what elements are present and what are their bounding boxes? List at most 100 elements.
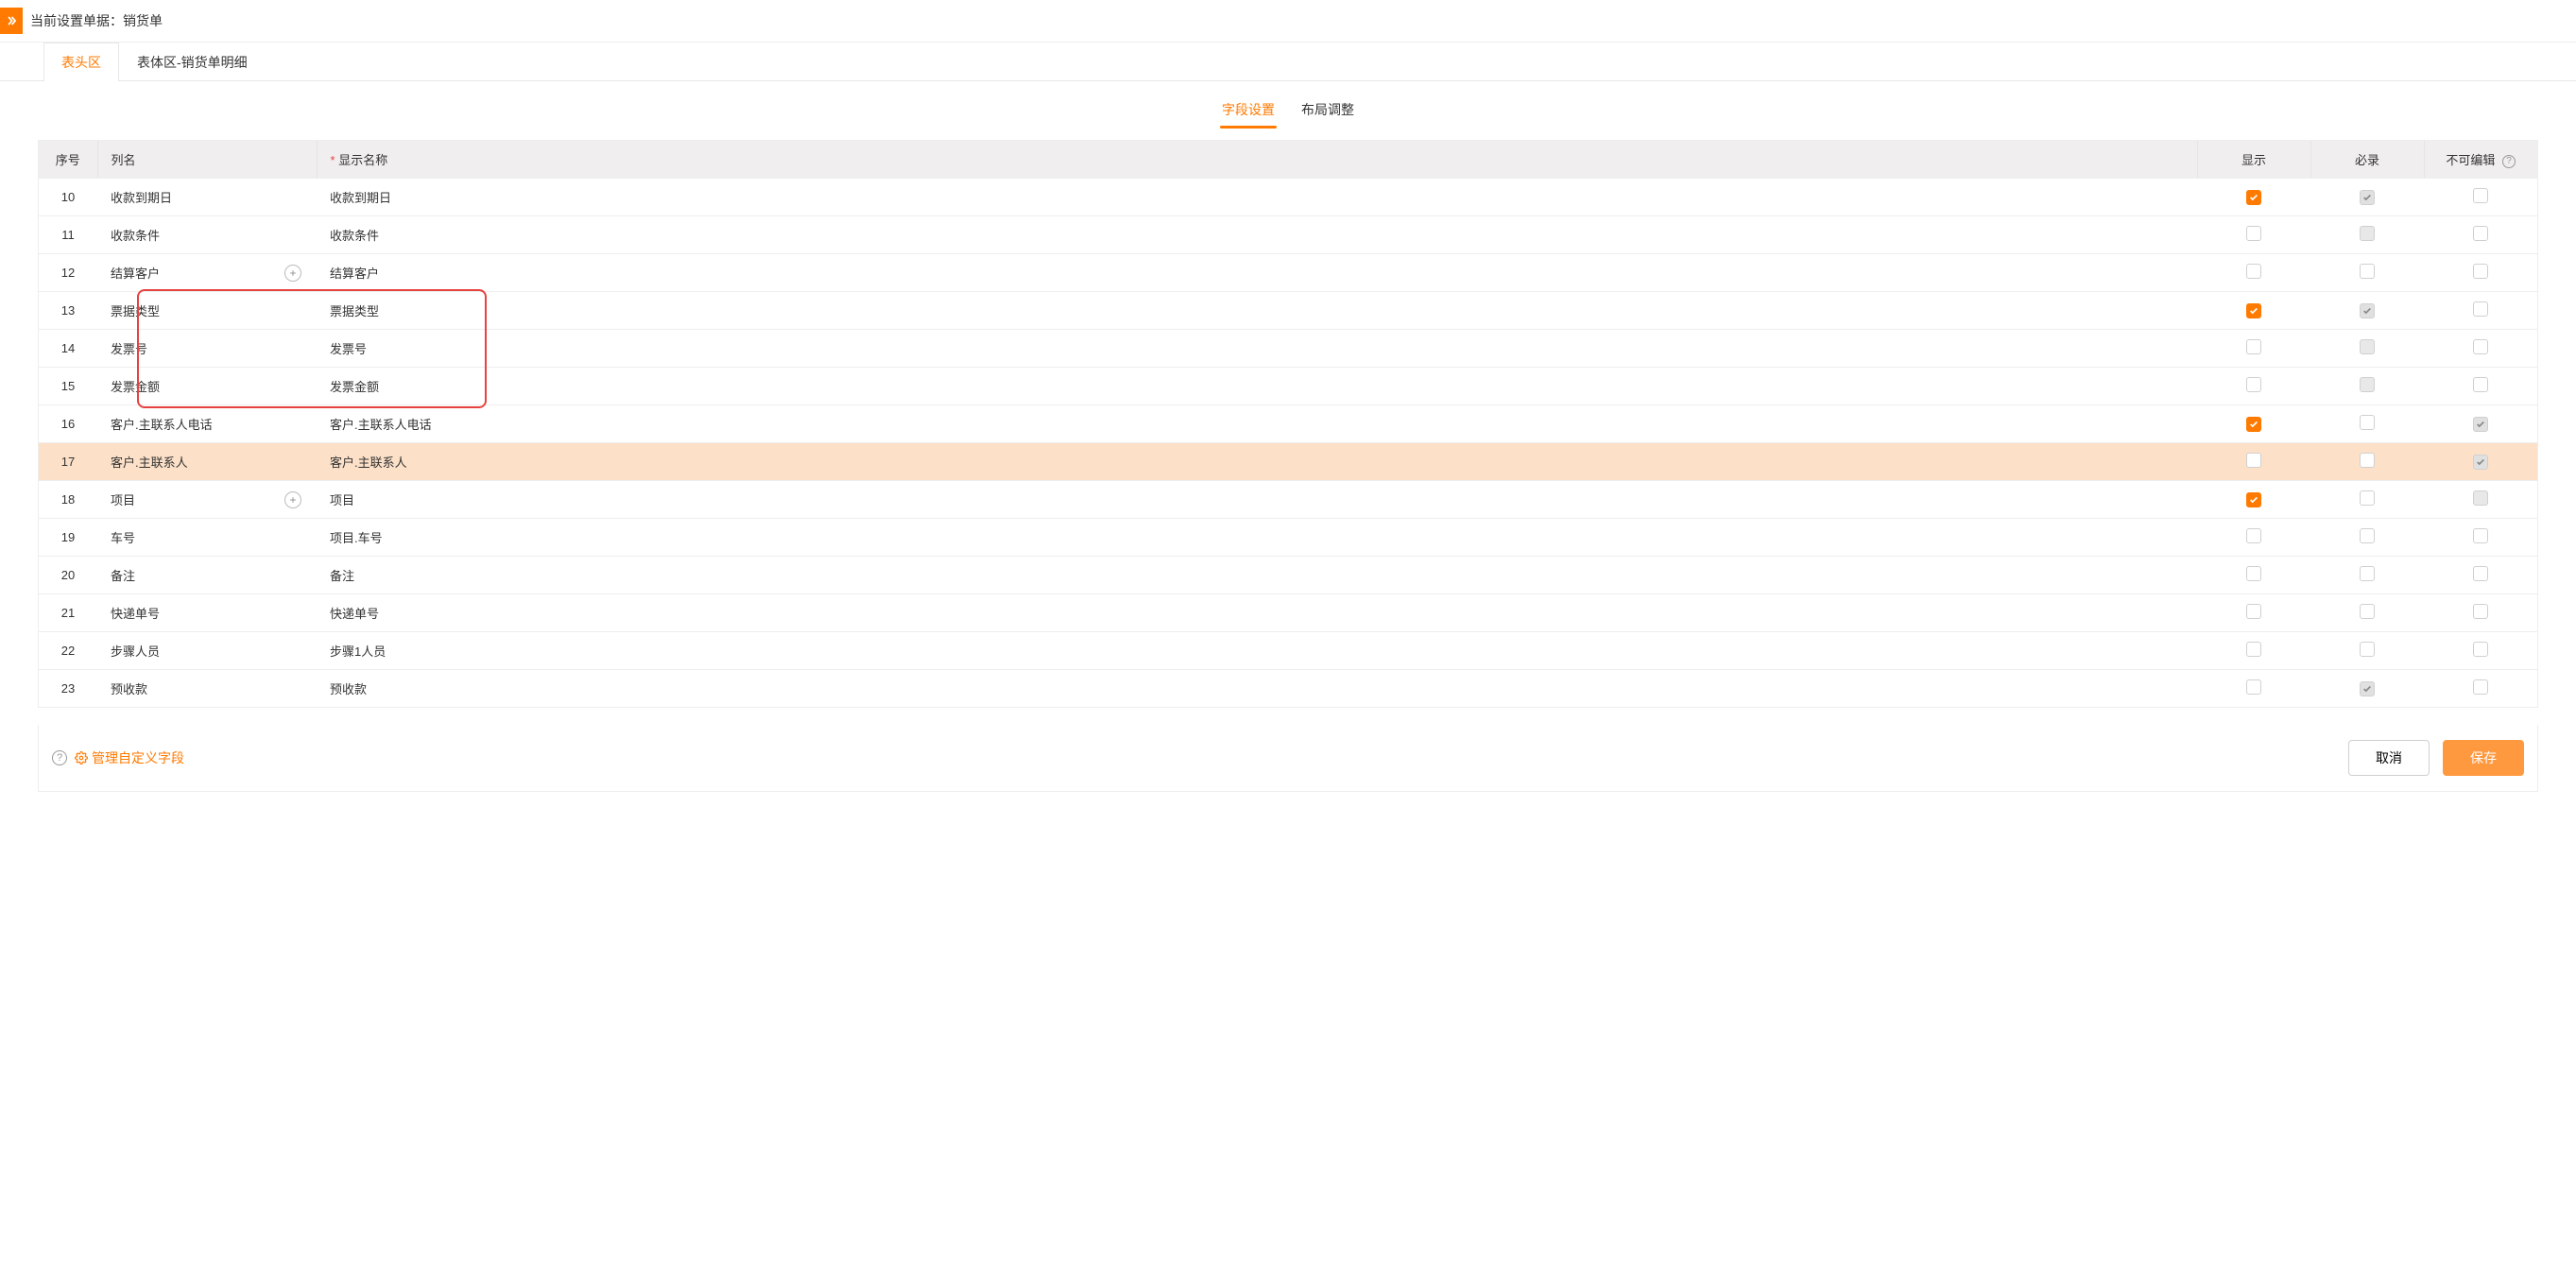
row-name: 发票号 xyxy=(97,330,317,368)
row-display-name[interactable]: 结算客户 xyxy=(317,254,2197,292)
checkbox-show[interactable] xyxy=(2246,642,2261,657)
row-name: 车号 xyxy=(97,519,317,557)
checkbox-show[interactable] xyxy=(2246,339,2261,354)
row-seq: 17 xyxy=(39,443,97,481)
checkbox-readonly[interactable] xyxy=(2473,604,2488,619)
checkbox-readonly[interactable] xyxy=(2473,528,2488,543)
checkbox-required[interactable] xyxy=(2360,264,2375,279)
row-display-name[interactable]: 收款条件 xyxy=(317,216,2197,254)
checkbox-readonly[interactable] xyxy=(2473,339,2488,354)
row-seq: 19 xyxy=(39,519,97,557)
row-display-name[interactable]: 预收款 xyxy=(317,670,2197,708)
cancel-button[interactable]: 取消 xyxy=(2348,740,2430,776)
row-seq: 20 xyxy=(39,557,97,594)
row-seq: 12 xyxy=(39,254,97,292)
footer: ? 管理自定义字段 取消 保存 xyxy=(38,725,2538,792)
checkbox-show[interactable] xyxy=(2246,417,2261,432)
checkbox-show[interactable] xyxy=(2246,190,2261,205)
row-name: 快递单号 xyxy=(97,594,317,632)
checkbox-readonly[interactable] xyxy=(2473,264,2488,279)
row-display-name[interactable]: 步骤1人员 xyxy=(317,632,2197,670)
checkbox-required[interactable] xyxy=(2360,642,2375,657)
row-display-name[interactable]: 发票金额 xyxy=(317,368,2197,405)
checkbox-show[interactable] xyxy=(2246,226,2261,241)
checkbox-readonly xyxy=(2473,455,2488,470)
row-display-name[interactable]: 客户.主联系人 xyxy=(317,443,2197,481)
add-sub-field-button[interactable] xyxy=(284,491,301,508)
manage-custom-fields-label: 管理自定义字段 xyxy=(92,748,184,767)
footer-help-icon[interactable]: ? xyxy=(52,750,67,765)
checkbox-show[interactable] xyxy=(2246,303,2261,318)
row-name: 预收款 xyxy=(97,670,317,708)
row-name: 项目 xyxy=(97,481,317,519)
table-row: 15发票金额发票金额 xyxy=(39,368,2537,405)
checkbox-readonly[interactable] xyxy=(2473,642,2488,657)
checkbox-show[interactable] xyxy=(2246,492,2261,507)
help-icon[interactable]: ? xyxy=(2502,155,2516,168)
row-seq: 16 xyxy=(39,405,97,443)
manage-custom-fields-link[interactable]: 管理自定义字段 xyxy=(75,748,184,767)
checkbox-show[interactable] xyxy=(2246,528,2261,543)
col-header-seq: 序号 xyxy=(39,141,97,179)
checkbox-required xyxy=(2360,190,2375,205)
expand-sidebar-button[interactable] xyxy=(0,8,23,34)
row-seq: 10 xyxy=(39,179,97,216)
row-name: 步骤人员 xyxy=(97,632,317,670)
row-display-name[interactable]: 项目 xyxy=(317,481,2197,519)
checkbox-required[interactable] xyxy=(2360,453,2375,468)
tab-header-area[interactable]: 表头区 xyxy=(43,43,119,81)
checkbox-readonly xyxy=(2473,417,2488,432)
col-header-required: 必录 xyxy=(2310,141,2424,179)
checkbox-readonly[interactable] xyxy=(2473,377,2488,392)
row-display-name[interactable]: 客户.主联系人电话 xyxy=(317,405,2197,443)
checkbox-required[interactable] xyxy=(2360,604,2375,619)
sub-tab-layout-adjust[interactable]: 布局调整 xyxy=(1299,95,1356,129)
checkbox-readonly[interactable] xyxy=(2473,679,2488,695)
row-name: 收款条件 xyxy=(97,216,317,254)
row-display-name[interactable]: 收款到期日 xyxy=(317,179,2197,216)
row-display-name[interactable]: 发票号 xyxy=(317,330,2197,368)
checkbox-show[interactable] xyxy=(2246,453,2261,468)
add-sub-field-button[interactable] xyxy=(284,265,301,282)
checkbox-show[interactable] xyxy=(2246,264,2261,279)
table-row: 22步骤人员步骤1人员 xyxy=(39,632,2537,670)
row-display-name[interactable]: 快递单号 xyxy=(317,594,2197,632)
col-header-display-label: 显示名称 xyxy=(338,153,387,167)
field-table: 序号 列名 * 显示名称 显示 必录 不可编辑 ? 10收款到期日收款到期日11… xyxy=(38,140,2538,708)
row-display-name[interactable]: 项目.车号 xyxy=(317,519,2197,557)
tab-body-area[interactable]: 表体区-销货单明细 xyxy=(119,43,266,81)
row-display-name[interactable]: 备注 xyxy=(317,557,2197,594)
checkbox-show[interactable] xyxy=(2246,377,2261,392)
checkbox-show[interactable] xyxy=(2246,679,2261,695)
checkbox-readonly[interactable] xyxy=(2473,301,2488,317)
sub-tab-field-settings[interactable]: 字段设置 xyxy=(1220,95,1277,129)
checkbox-required[interactable] xyxy=(2360,566,2375,581)
table-row: 11收款条件收款条件 xyxy=(39,216,2537,254)
checkbox-readonly[interactable] xyxy=(2473,226,2488,241)
col-header-display: * 显示名称 xyxy=(317,141,2197,179)
col-header-readonly: 不可编辑 ? xyxy=(2424,141,2537,179)
checkbox-show[interactable] xyxy=(2246,604,2261,619)
checkbox-readonly[interactable] xyxy=(2473,188,2488,203)
table-row: 14发票号发票号 xyxy=(39,330,2537,368)
row-seq: 23 xyxy=(39,670,97,708)
row-name: 客户.主联系人电话 xyxy=(97,405,317,443)
checkbox-required xyxy=(2360,681,2375,696)
row-name: 结算客户 xyxy=(97,254,317,292)
double-chevron-right-icon xyxy=(5,14,18,27)
row-seq: 11 xyxy=(39,216,97,254)
table-row: 16客户.主联系人电话客户.主联系人电话 xyxy=(39,405,2537,443)
row-display-name[interactable]: 票据类型 xyxy=(317,292,2197,330)
table-row: 18项目项目 xyxy=(39,481,2537,519)
checkbox-required[interactable] xyxy=(2360,415,2375,430)
checkbox-readonly[interactable] xyxy=(2473,566,2488,581)
save-button[interactable]: 保存 xyxy=(2443,740,2524,776)
row-name: 备注 xyxy=(97,557,317,594)
checkbox-required[interactable] xyxy=(2360,490,2375,506)
table-row: 20备注备注 xyxy=(39,557,2537,594)
checkbox-show[interactable] xyxy=(2246,566,2261,581)
col-header-name: 列名 xyxy=(97,141,317,179)
checkbox-required[interactable] xyxy=(2360,528,2375,543)
row-seq: 18 xyxy=(39,481,97,519)
checkbox-readonly xyxy=(2473,490,2488,506)
